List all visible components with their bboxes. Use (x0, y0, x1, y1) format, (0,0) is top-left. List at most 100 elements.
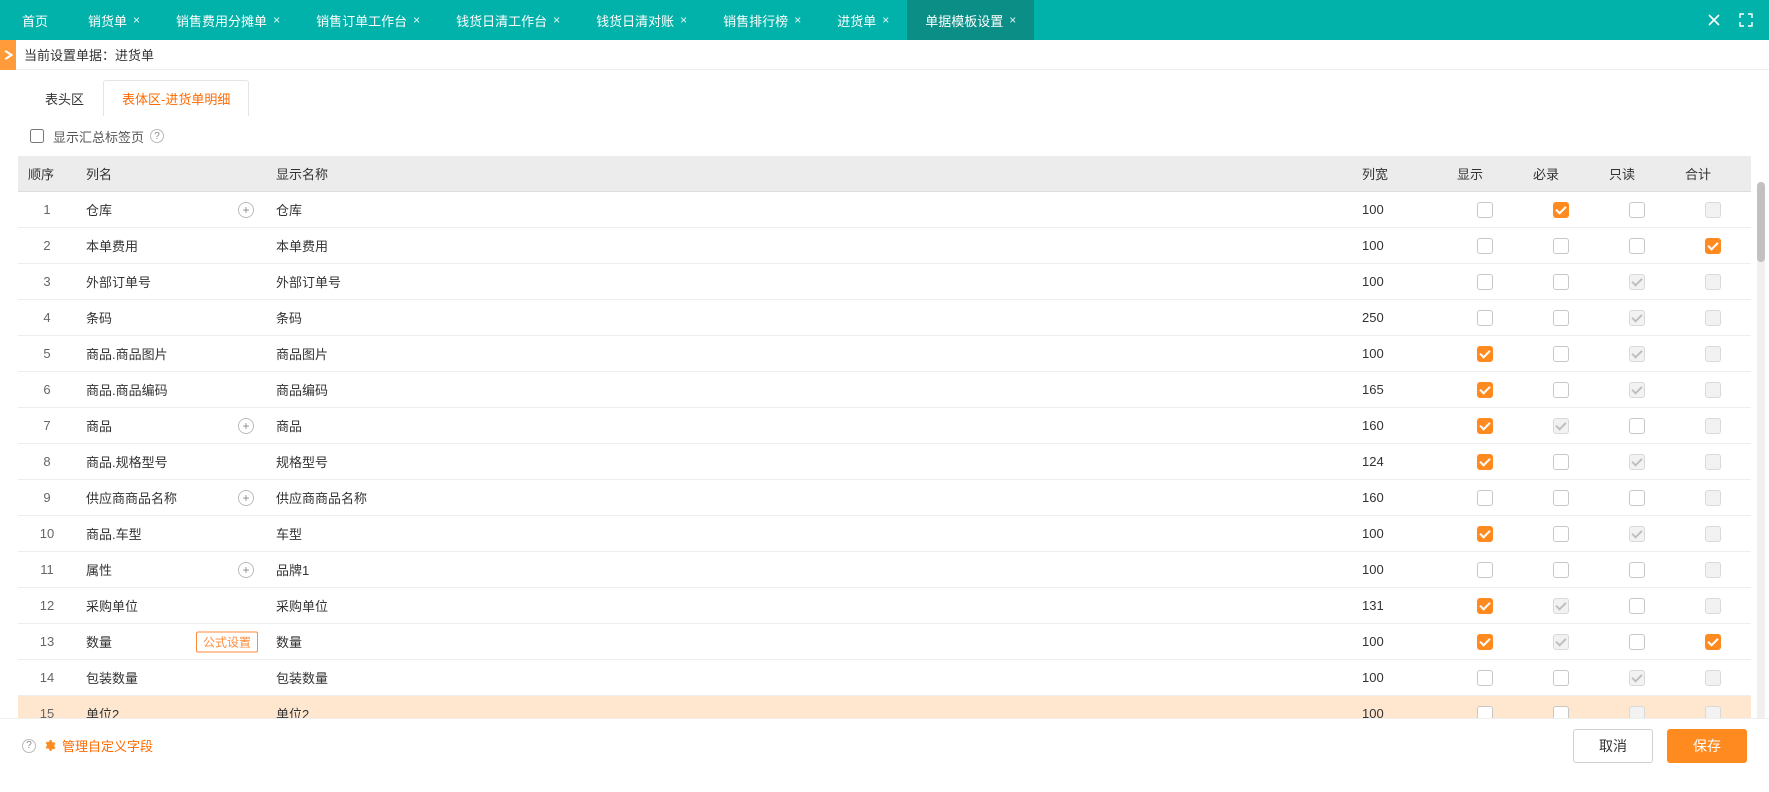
table-row[interactable]: 14包装数量包装数量100 (18, 660, 1751, 696)
cell-width[interactable]: 100 (1352, 516, 1447, 552)
show-checkbox[interactable] (1477, 598, 1493, 614)
gear-icon[interactable] (42, 739, 56, 753)
top-tab[interactable]: 首页 (0, 0, 70, 40)
cell-width[interactable]: 131 (1352, 588, 1447, 624)
readonly-checkbox[interactable] (1629, 490, 1645, 506)
show-checkbox[interactable] (1477, 202, 1493, 218)
cell-display[interactable]: 车型 (266, 516, 1352, 552)
show-checkbox[interactable] (1477, 562, 1493, 578)
cell-width[interactable]: 160 (1352, 408, 1447, 444)
cell-width[interactable]: 100 (1352, 552, 1447, 588)
sub-tab[interactable]: 表体区-进货单明细 (103, 80, 249, 116)
show-checkbox[interactable] (1477, 454, 1493, 470)
cell-display[interactable]: 数量 (266, 624, 1352, 660)
table-row[interactable]: 2本单费用本单费用100 (18, 228, 1751, 264)
tab-close-icon[interactable]: × (1009, 13, 1016, 27)
cell-width[interactable]: 165 (1352, 372, 1447, 408)
tab-close-icon[interactable]: × (680, 13, 687, 27)
show-checkbox[interactable] (1477, 238, 1493, 254)
close-all-icon[interactable] (1705, 11, 1723, 29)
required-checkbox[interactable] (1553, 382, 1569, 398)
cell-display[interactable]: 外部订单号 (266, 264, 1352, 300)
show-checkbox[interactable] (1477, 490, 1493, 506)
cell-display[interactable]: 本单费用 (266, 228, 1352, 264)
show-summary-checkbox[interactable] (30, 129, 44, 143)
show-checkbox[interactable] (1477, 670, 1493, 686)
cell-display[interactable]: 规格型号 (266, 444, 1352, 480)
add-icon[interactable]: + (238, 418, 254, 434)
cell-display[interactable]: 条码 (266, 300, 1352, 336)
table-row[interactable]: 1仓库+仓库100 (18, 192, 1751, 228)
cell-width[interactable]: 100 (1352, 336, 1447, 372)
table-row[interactable]: 13数量公式设置数量100 (18, 624, 1751, 660)
table-row[interactable]: 3外部订单号外部订单号100 (18, 264, 1751, 300)
cell-width[interactable]: 250 (1352, 300, 1447, 336)
show-checkbox[interactable] (1477, 346, 1493, 362)
required-checkbox[interactable] (1553, 238, 1569, 254)
readonly-checkbox[interactable] (1629, 418, 1645, 434)
add-icon[interactable]: + (238, 562, 254, 578)
save-button[interactable]: 保存 (1667, 729, 1747, 763)
table-row[interactable]: 4条码条码250 (18, 300, 1751, 336)
tab-close-icon[interactable]: × (273, 13, 280, 27)
table-row[interactable]: 8商品.规格型号规格型号124 (18, 444, 1751, 480)
cell-display[interactable]: 商品图片 (266, 336, 1352, 372)
table-row[interactable]: 10商品.车型车型100 (18, 516, 1751, 552)
cell-width[interactable]: 100 (1352, 624, 1447, 660)
cell-display[interactable]: 包装数量 (266, 660, 1352, 696)
scrollbar-thumb[interactable] (1757, 182, 1765, 262)
fullscreen-icon[interactable] (1737, 11, 1755, 29)
tab-close-icon[interactable]: × (882, 13, 889, 27)
expand-handle-icon[interactable] (0, 40, 16, 70)
cell-display[interactable]: 商品 (266, 408, 1352, 444)
readonly-checkbox[interactable] (1629, 634, 1645, 650)
top-tab[interactable]: 单据模板设置× (907, 0, 1034, 40)
required-checkbox[interactable] (1553, 670, 1569, 686)
show-checkbox[interactable] (1477, 310, 1493, 326)
tab-close-icon[interactable]: × (794, 13, 801, 27)
table-row[interactable]: 5商品.商品图片商品图片100 (18, 336, 1751, 372)
required-checkbox[interactable] (1553, 310, 1569, 326)
top-tab[interactable]: 销货单× (70, 0, 158, 40)
sub-tab[interactable]: 表头区 (26, 80, 103, 116)
cell-width[interactable]: 100 (1352, 264, 1447, 300)
total-checkbox[interactable] (1705, 634, 1721, 650)
required-checkbox[interactable] (1553, 346, 1569, 362)
cell-width[interactable]: 100 (1352, 228, 1447, 264)
show-checkbox[interactable] (1477, 526, 1493, 542)
readonly-checkbox[interactable] (1629, 562, 1645, 578)
readonly-checkbox[interactable] (1629, 598, 1645, 614)
cell-width[interactable]: 100 (1352, 660, 1447, 696)
show-checkbox[interactable] (1477, 634, 1493, 650)
cell-width[interactable]: 124 (1352, 444, 1447, 480)
required-checkbox[interactable] (1553, 526, 1569, 542)
cell-display[interactable]: 品牌1 (266, 552, 1352, 588)
cell-display[interactable]: 采购单位 (266, 588, 1352, 624)
top-tab[interactable]: 销售排行榜× (705, 0, 819, 40)
cell-display[interactable]: 供应商商品名称 (266, 480, 1352, 516)
cancel-button[interactable]: 取消 (1573, 729, 1653, 763)
tab-close-icon[interactable]: × (413, 13, 420, 27)
scrollbar-track[interactable] (1757, 182, 1765, 732)
cell-display[interactable]: 仓库 (266, 192, 1352, 228)
readonly-checkbox[interactable] (1629, 202, 1645, 218)
required-checkbox[interactable] (1553, 202, 1569, 218)
cell-display[interactable]: 商品编码 (266, 372, 1352, 408)
top-tab[interactable]: 进货单× (819, 0, 907, 40)
total-checkbox[interactable] (1705, 238, 1721, 254)
required-checkbox[interactable] (1553, 490, 1569, 506)
table-row[interactable]: 9供应商商品名称+供应商商品名称160 (18, 480, 1751, 516)
add-icon[interactable]: + (238, 202, 254, 218)
help-icon[interactable]: ? (150, 129, 164, 143)
show-checkbox[interactable] (1477, 418, 1493, 434)
top-tab[interactable]: 钱货日清工作台× (438, 0, 578, 40)
show-checkbox[interactable] (1477, 382, 1493, 398)
formula-button[interactable]: 公式设置 (196, 631, 258, 652)
cell-width[interactable]: 160 (1352, 480, 1447, 516)
tab-close-icon[interactable]: × (553, 13, 560, 27)
table-row[interactable]: 11属性+品牌1100 (18, 552, 1751, 588)
readonly-checkbox[interactable] (1629, 238, 1645, 254)
required-checkbox[interactable] (1553, 274, 1569, 290)
top-tab[interactable]: 钱货日清对账× (578, 0, 705, 40)
table-row[interactable]: 12采购单位采购单位131 (18, 588, 1751, 624)
